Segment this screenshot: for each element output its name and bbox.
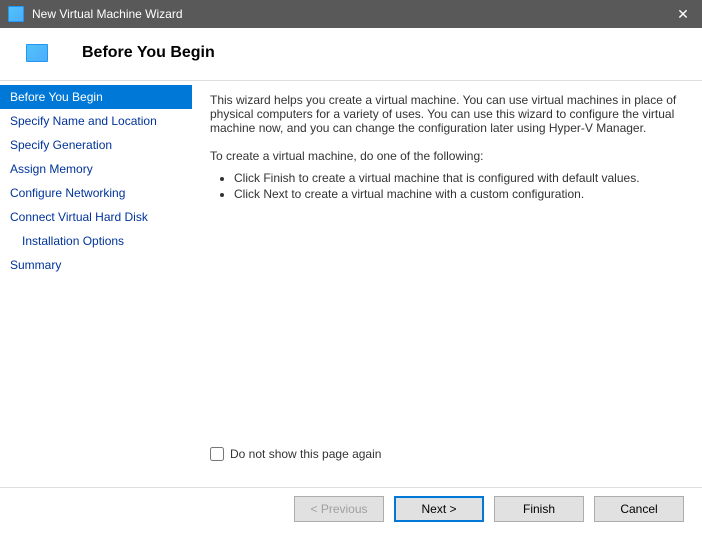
content-main: This wizard helps you create a virtual m… xyxy=(210,93,684,447)
wizard-header: Before You Begin xyxy=(0,28,702,81)
instruction-item: Click Finish to create a virtual machine… xyxy=(234,171,684,185)
dont-show-again-label[interactable]: Do not show this page again xyxy=(230,447,381,461)
wizard-footer: < Previous Next > Finish Cancel xyxy=(0,487,702,540)
cancel-button[interactable]: Cancel xyxy=(594,496,684,522)
previous-button: < Previous xyxy=(294,496,384,522)
page-title: Before You Begin xyxy=(82,44,215,62)
step-configure-networking[interactable]: Configure Networking xyxy=(0,181,192,205)
step-summary[interactable]: Summary xyxy=(0,253,192,277)
window-title: New Virtual Machine Wizard xyxy=(32,7,664,21)
next-button[interactable]: Next > xyxy=(394,496,484,522)
step-connect-disk[interactable]: Connect Virtual Hard Disk xyxy=(0,205,192,229)
step-before-you-begin[interactable]: Before You Begin xyxy=(0,85,192,109)
instruction-item: Click Next to create a virtual machine w… xyxy=(234,187,684,201)
finish-button[interactable]: Finish xyxy=(494,496,584,522)
dont-show-again-checkbox[interactable] xyxy=(210,447,224,461)
wizard-content: This wizard helps you create a virtual m… xyxy=(192,81,702,481)
close-button[interactable]: ✕ xyxy=(664,0,702,28)
wizard-icon xyxy=(26,44,48,62)
step-installation-options[interactable]: Installation Options xyxy=(0,229,192,253)
step-assign-memory[interactable]: Assign Memory xyxy=(0,157,192,181)
dont-show-again-row: Do not show this page again xyxy=(210,447,684,461)
instructions-heading: To create a virtual machine, do one of t… xyxy=(210,149,684,163)
wizard-steps-sidebar: Before You Begin Specify Name and Locati… xyxy=(0,81,192,481)
step-specify-generation[interactable]: Specify Generation xyxy=(0,133,192,157)
app-icon xyxy=(8,6,24,22)
intro-description: This wizard helps you create a virtual m… xyxy=(210,93,684,135)
instructions-list: Click Finish to create a virtual machine… xyxy=(210,171,684,201)
titlebar: New Virtual Machine Wizard ✕ xyxy=(0,0,702,28)
wizard-body: Before You Begin Specify Name and Locati… xyxy=(0,81,702,481)
step-specify-name[interactable]: Specify Name and Location xyxy=(0,109,192,133)
